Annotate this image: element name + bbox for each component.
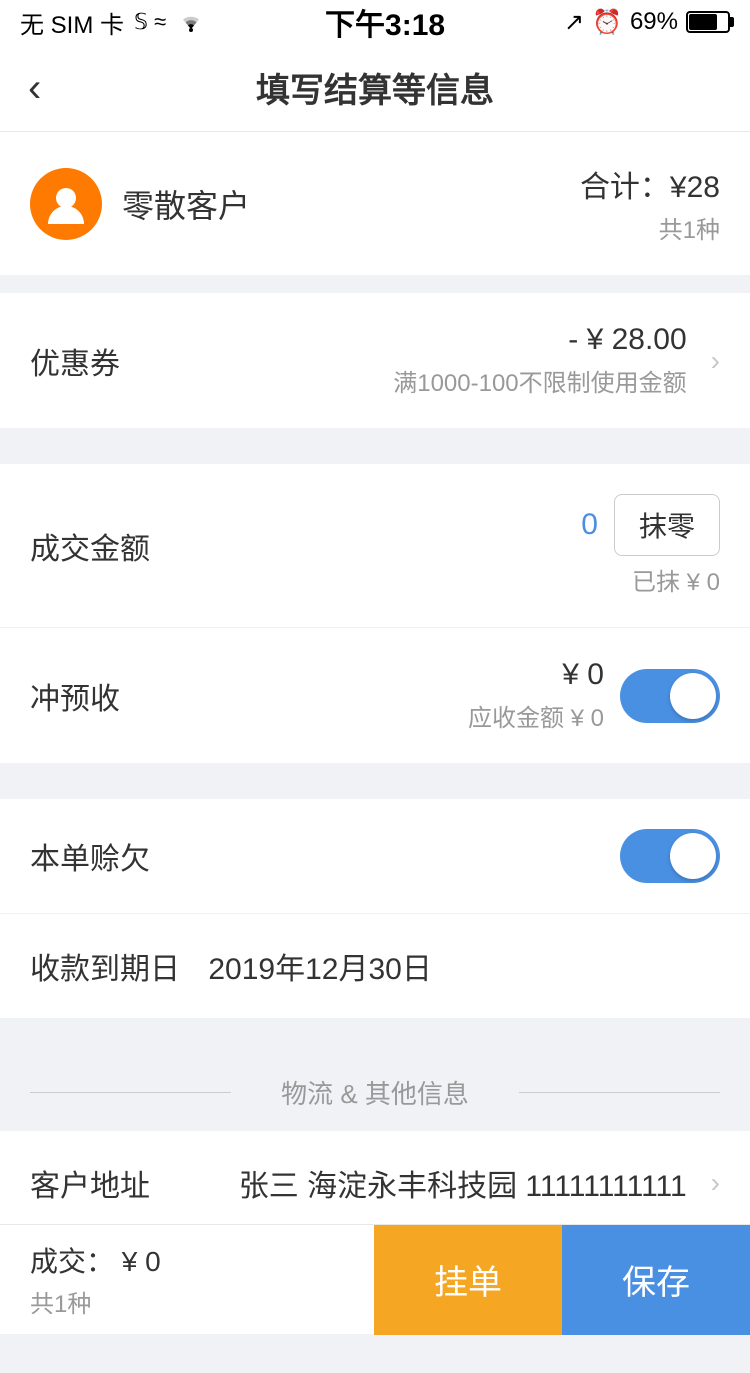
credit-label: 本单赊欠	[30, 834, 150, 878]
credit-toggle-knob	[670, 833, 716, 879]
prepay-row: 冲预收 ¥ 0 应收金额 ¥ 0	[0, 627, 750, 763]
coupon-right: - ¥ 28.00 满1000-100不限制使用金额 ›	[120, 323, 720, 398]
bottom-info: 成交： ¥ 0 共1种	[0, 1240, 374, 1319]
amount-label: 成交金额	[30, 524, 150, 568]
address-right: 张三 海淀永丰科技园 11111111111 ›	[150, 1161, 720, 1205]
customer-avatar	[30, 168, 102, 240]
coupon-label: 优惠券	[30, 339, 120, 383]
address-label: 客户地址	[30, 1161, 150, 1205]
wifi-icon-svg	[176, 11, 206, 33]
bottom-transaction-value: ¥ 0	[122, 1246, 161, 1277]
customer-total: 合计：¥28	[580, 162, 720, 206]
pend-button[interactable]: 挂单	[374, 1225, 562, 1335]
page-title: 填写结算等信息	[256, 63, 494, 112]
coupon-value: - ¥ 28.00	[393, 323, 686, 357]
separator-2	[0, 781, 750, 799]
amount-value-block: 0 抹零 已抹 ¥ 0	[558, 494, 720, 597]
amount-rounded-text: 已抹 ¥ 0	[558, 562, 720, 597]
bottom-transaction-line: 成交： ¥ 0	[30, 1240, 344, 1280]
battery-icon	[686, 11, 730, 33]
coupon-chevron-icon: ›	[711, 345, 720, 377]
prepay-toggle[interactable]	[620, 669, 720, 723]
due-date-value: 2019年12月30日	[208, 953, 431, 986]
customer-name: 零散客户	[122, 181, 250, 227]
content-area: 零散客户 合计：¥28 共1种 优惠券 - ¥ 28.00 满1000-100不…	[0, 132, 750, 1373]
coupon-subtext: 满1000-100不限制使用金额	[393, 363, 686, 398]
amount-row: 成交金额 0 抹零 已抹 ¥ 0	[0, 464, 750, 627]
address-chevron-icon: ›	[711, 1167, 720, 1199]
separator-3	[0, 1036, 750, 1054]
round-zero-button[interactable]: 抹零	[614, 494, 720, 556]
wifi-icon: 𝕊︎ ≈	[134, 9, 166, 35]
gps-icon: ↗	[564, 8, 584, 37]
coupon-section[interactable]: 优惠券 - ¥ 28.00 满1000-100不限制使用金额 ›	[0, 293, 750, 428]
status-bar: 无 SIM 卡 𝕊︎ ≈ 下午3:18 ↗ ⏰ 69%	[0, 0, 750, 44]
coupon-value-block: - ¥ 28.00 满1000-100不限制使用金额	[393, 323, 686, 398]
customer-row: 零散客户 合计：¥28 共1种	[0, 132, 750, 275]
address-value: 张三 海淀永丰科技园 11111111111	[239, 1161, 687, 1205]
amount-input[interactable]: 0	[558, 508, 598, 542]
battery-percent: 69%	[630, 8, 678, 36]
alarm-icon: ⏰	[592, 8, 622, 37]
bottom-count: 共1种	[30, 1284, 344, 1319]
prepay-value: ¥ 0	[468, 658, 604, 692]
credit-section: 本单赊欠 收款到期日 2019年12月30日	[0, 799, 750, 1018]
address-section: 客户地址 张三 海淀永丰科技园 11111111111 ›	[0, 1131, 750, 1235]
logistics-divider: 物流 & 其他信息	[0, 1054, 750, 1131]
battery-fill	[689, 14, 717, 30]
amount-right: 0 抹零 已抹 ¥ 0	[150, 494, 720, 597]
bottom-transaction-label: 成交：	[30, 1246, 114, 1277]
customer-right: 合计：¥28 共1种	[580, 162, 720, 245]
transaction-section: 成交金额 0 抹零 已抹 ¥ 0 冲预收 ¥ 0 应收金额 ¥ 0	[0, 464, 750, 763]
address-row[interactable]: 客户地址 张三 海淀永丰科技园 11111111111 ›	[0, 1131, 750, 1235]
prepay-right: ¥ 0 应收金额 ¥ 0	[120, 658, 720, 733]
divider-line-right	[519, 1092, 720, 1093]
status-time: 下午3:18	[325, 0, 445, 44]
prepay-label: 冲预收	[30, 674, 120, 718]
separator-1	[0, 446, 750, 464]
avatar-icon	[44, 182, 88, 226]
credit-toggle[interactable]	[620, 829, 720, 883]
credit-right	[150, 829, 720, 883]
customer-section: 零散客户 合计：¥28 共1种	[0, 132, 750, 275]
customer-left: 零散客户	[30, 168, 250, 240]
status-right: ↗ ⏰ 69%	[564, 8, 730, 37]
save-button[interactable]: 保存	[562, 1225, 750, 1335]
status-left: 无 SIM 卡 𝕊︎ ≈	[20, 5, 206, 40]
logistics-label: 物流 & 其他信息	[281, 1074, 469, 1111]
back-button[interactable]: ‹	[28, 68, 41, 108]
due-date-row[interactable]: 收款到期日 2019年12月30日	[0, 913, 750, 1018]
carrier-text: 无 SIM 卡	[20, 5, 124, 40]
divider-line-left	[30, 1092, 231, 1093]
bottom-bar: 成交： ¥ 0 共1种 挂单 保存	[0, 1224, 750, 1334]
toggle-knob	[670, 673, 716, 719]
coupon-row[interactable]: 优惠券 - ¥ 28.00 满1000-100不限制使用金额 ›	[0, 293, 750, 428]
prepay-value-block: ¥ 0 应收金额 ¥ 0	[468, 658, 604, 733]
prepay-subtext: 应收金额 ¥ 0	[468, 698, 604, 733]
customer-count: 共1种	[580, 210, 720, 245]
nav-bar: ‹ 填写结算等信息	[0, 44, 750, 132]
credit-row: 本单赊欠	[0, 799, 750, 913]
due-date-label: 收款到期日 2019年12月30日	[30, 944, 432, 988]
